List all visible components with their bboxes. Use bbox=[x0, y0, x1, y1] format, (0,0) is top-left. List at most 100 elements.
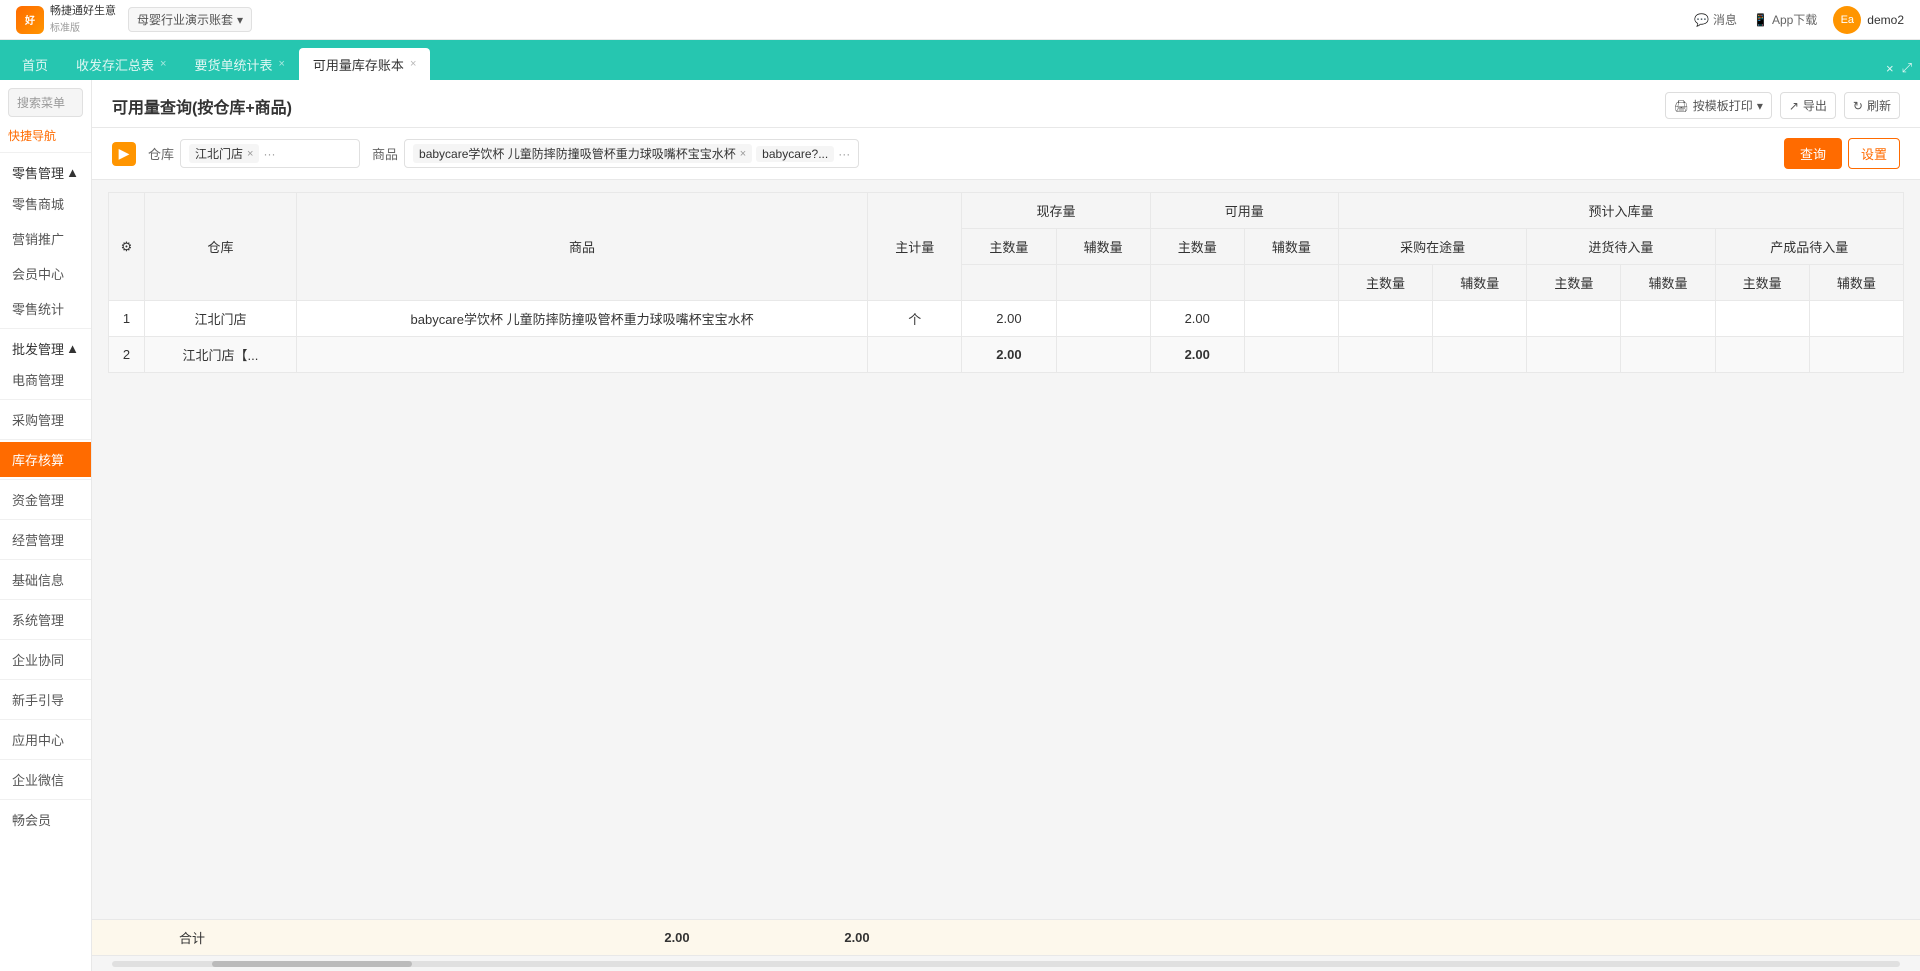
table-row: 2 江北门店【... 2.00 2.00 bbox=[109, 337, 1904, 373]
td-stock-main-2: 2.00 bbox=[962, 337, 1056, 373]
td-stock-main-1: 2.00 bbox=[962, 301, 1056, 337]
printer-icon: 🖨 bbox=[1674, 99, 1689, 113]
footer-product bbox=[272, 930, 572, 945]
product-value-1: babycare学饮杯 儿童防摔防撞吸管杯重力球吸嘴杯宝宝水杯 bbox=[419, 145, 736, 162]
logo-area: 好 畅捷通好生意 标准版 bbox=[16, 5, 116, 33]
page-actions: 🖨 按模板打印 ▾ ↗ 导出 ↻ 刷新 bbox=[1665, 92, 1900, 119]
tab-available[interactable]: 可用量库存账本 × bbox=[299, 48, 430, 80]
scroll-track[interactable] bbox=[112, 961, 1900, 967]
print-btn[interactable]: 🖨 按模板打印 ▾ bbox=[1665, 92, 1772, 119]
sidebar-item-system[interactable]: 系统管理 bbox=[0, 602, 91, 637]
sidebar-item-newguide[interactable]: 新手引导 bbox=[0, 682, 91, 717]
th-settings[interactable]: ⚙ bbox=[109, 193, 145, 301]
th-stock-aux: 辅数量 bbox=[1056, 229, 1150, 265]
sidebar-item-enterprise[interactable]: 企业协同 bbox=[0, 642, 91, 677]
td-warehouse-2: 江北门店【... bbox=[145, 337, 297, 373]
product-remove-icon-1[interactable]: × bbox=[740, 148, 746, 160]
sidebar-item-changhui[interactable]: 畅会员 bbox=[0, 802, 91, 837]
th-product-aux: 辅数量 bbox=[1809, 265, 1903, 301]
td-product-main-1 bbox=[1715, 301, 1809, 337]
filter-toggle-btn[interactable]: ▶ bbox=[112, 142, 136, 166]
data-table: ⚙ 仓库 商品 主计量 现存量 可用量 预计入库量 主数量 辅数量 主数量 辅数… bbox=[108, 192, 1904, 373]
sidebar-group-retail-header[interactable]: 零售管理 ▲ bbox=[0, 155, 91, 186]
sidebar-item-appcenter[interactable]: 应用中心 bbox=[0, 722, 91, 757]
footer-avail-main: 2.00 bbox=[812, 930, 902, 945]
sidebar-item-wechat[interactable]: 企业微信 bbox=[0, 762, 91, 797]
th-purchase-group: 采购在途量 bbox=[1338, 229, 1526, 265]
message-label: 消息 bbox=[1713, 11, 1737, 28]
search-menu-btn[interactable]: 搜索菜单 bbox=[8, 88, 83, 117]
scroll-thumb[interactable] bbox=[212, 961, 412, 967]
warehouse-remove-icon[interactable]: × bbox=[247, 148, 253, 160]
td-inbound-aux-1 bbox=[1621, 301, 1715, 337]
sidebar-group-wholesale-header[interactable]: 批发管理 ▲ bbox=[0, 331, 91, 362]
query-btn[interactable]: 查询 bbox=[1784, 138, 1842, 169]
tab-home-label: 首页 bbox=[22, 55, 48, 74]
sidebar-item-operations[interactable]: 经营管理 bbox=[0, 522, 91, 557]
close-all-icon[interactable]: × bbox=[1886, 61, 1894, 76]
warehouse-label: 仓库 bbox=[148, 144, 174, 163]
sidebar-item-marketing[interactable]: 营销推广 bbox=[0, 221, 91, 256]
td-no-1: 1 bbox=[109, 301, 145, 337]
setting-btn[interactable]: 设置 bbox=[1848, 138, 1900, 169]
product-more[interactable]: ··· bbox=[838, 147, 850, 161]
warehouse-input[interactable]: 江北门店 × ··· bbox=[180, 139, 360, 168]
table-footer: 合计 2.00 2.00 bbox=[92, 919, 1920, 955]
sidebar-item-ecom[interactable]: 电商管理 bbox=[0, 362, 91, 397]
product-input[interactable]: babycare学饮杯 儿童防摔防撞吸管杯重力球吸嘴杯宝宝水杯 × babyca… bbox=[404, 139, 859, 168]
industry-label: 母婴行业演示账套 bbox=[137, 11, 233, 28]
td-purchase-main-1 bbox=[1338, 301, 1432, 337]
refresh-icon: ↻ bbox=[1853, 99, 1863, 113]
td-avail-aux-2 bbox=[1244, 337, 1338, 373]
th-stock-group: 现存量 bbox=[962, 193, 1150, 229]
th-avail-main-2 bbox=[1150, 265, 1244, 301]
tab-available-label: 可用量库存账本 bbox=[313, 55, 404, 74]
top-bar-left: 好 畅捷通好生意 标准版 母婴行业演示账套 ▾ bbox=[16, 5, 252, 33]
sidebar-item-member[interactable]: 会员中心 bbox=[0, 256, 91, 291]
quick-nav-btn[interactable]: 快捷导航 bbox=[0, 121, 91, 150]
logo-text-area: 畅捷通好生意 标准版 bbox=[50, 5, 116, 33]
th-main-unit: 主计量 bbox=[868, 193, 962, 301]
message-btn[interactable]: 💬 消息 bbox=[1694, 11, 1737, 28]
refresh-btn[interactable]: ↻ 刷新 bbox=[1844, 92, 1900, 119]
td-avail-main-2: 2.00 bbox=[1150, 337, 1244, 373]
product-tag-1: babycare学饮杯 儿童防摔防撞吸管杯重力球吸嘴杯宝宝水杯 × bbox=[413, 144, 752, 163]
tab-available-close[interactable]: × bbox=[410, 58, 416, 70]
app-download-btn[interactable]: 📱 App下载 bbox=[1753, 11, 1817, 28]
print-label: 按模板打印 bbox=[1693, 97, 1753, 114]
scroll-bar-area bbox=[92, 955, 1920, 971]
refresh-label: 刷新 bbox=[1867, 97, 1891, 114]
fullscreen-icon[interactable]: ⤢ bbox=[1902, 60, 1912, 76]
sidebar-item-retail-stats[interactable]: 零售统计 bbox=[0, 291, 91, 326]
tab-order[interactable]: 要货单统计表 × bbox=[180, 48, 298, 80]
product-value-2: babycare?... bbox=[762, 147, 828, 161]
logo-icon: 好 bbox=[16, 6, 44, 34]
content-area: 可用量查询(按仓库+商品) 🖨 按模板打印 ▾ ↗ 导出 ↻ 刷新 ▶ bbox=[92, 80, 1920, 971]
td-warehouse-1: 江北门店 bbox=[145, 301, 297, 337]
sidebar-item-purchase[interactable]: 采购管理 bbox=[0, 402, 91, 437]
industry-select[interactable]: 母婴行业演示账套 ▾ bbox=[128, 7, 252, 32]
td-product-main-2 bbox=[1715, 337, 1809, 373]
user-area[interactable]: Ea demo2 bbox=[1833, 6, 1904, 34]
tab-order-close[interactable]: × bbox=[278, 58, 284, 70]
page-header: 可用量查询(按仓库+商品) 🖨 按模板打印 ▾ ↗ 导出 ↻ 刷新 bbox=[92, 80, 1920, 128]
td-inbound-main-1 bbox=[1527, 301, 1621, 337]
filter-bar: ▶ 仓库 江北门店 × ··· 商品 babycare学饮杯 儿童防摔防撞吸管杯… bbox=[92, 128, 1920, 180]
message-icon: 💬 bbox=[1694, 13, 1709, 27]
export-icon: ↗ bbox=[1789, 99, 1799, 113]
nav-actions: × ⤢ bbox=[1886, 60, 1912, 80]
th-purchase-main: 主数量 bbox=[1338, 265, 1432, 301]
tab-home[interactable]: 首页 bbox=[8, 48, 62, 80]
nav-tabs: 首页 收发存汇总表 × 要货单统计表 × 可用量库存账本 × × ⤢ bbox=[0, 40, 1920, 80]
tab-receipt[interactable]: 收发存汇总表 × bbox=[62, 48, 180, 80]
sidebar-item-finance[interactable]: 资金管理 bbox=[0, 482, 91, 517]
tab-receipt-close[interactable]: × bbox=[160, 58, 166, 70]
footer-avail-aux bbox=[902, 930, 992, 945]
export-btn[interactable]: ↗ 导出 bbox=[1780, 92, 1836, 119]
sidebar-item-basic[interactable]: 基础信息 bbox=[0, 562, 91, 597]
footer-values: 2.00 2.00 bbox=[272, 930, 1900, 945]
retail-chevron: ▲ bbox=[66, 165, 79, 180]
sidebar-item-retail-mall[interactable]: 零售商城 bbox=[0, 186, 91, 221]
sidebar-item-inventory[interactable]: 库存核算 bbox=[0, 442, 91, 477]
warehouse-more[interactable]: ··· bbox=[263, 147, 275, 161]
